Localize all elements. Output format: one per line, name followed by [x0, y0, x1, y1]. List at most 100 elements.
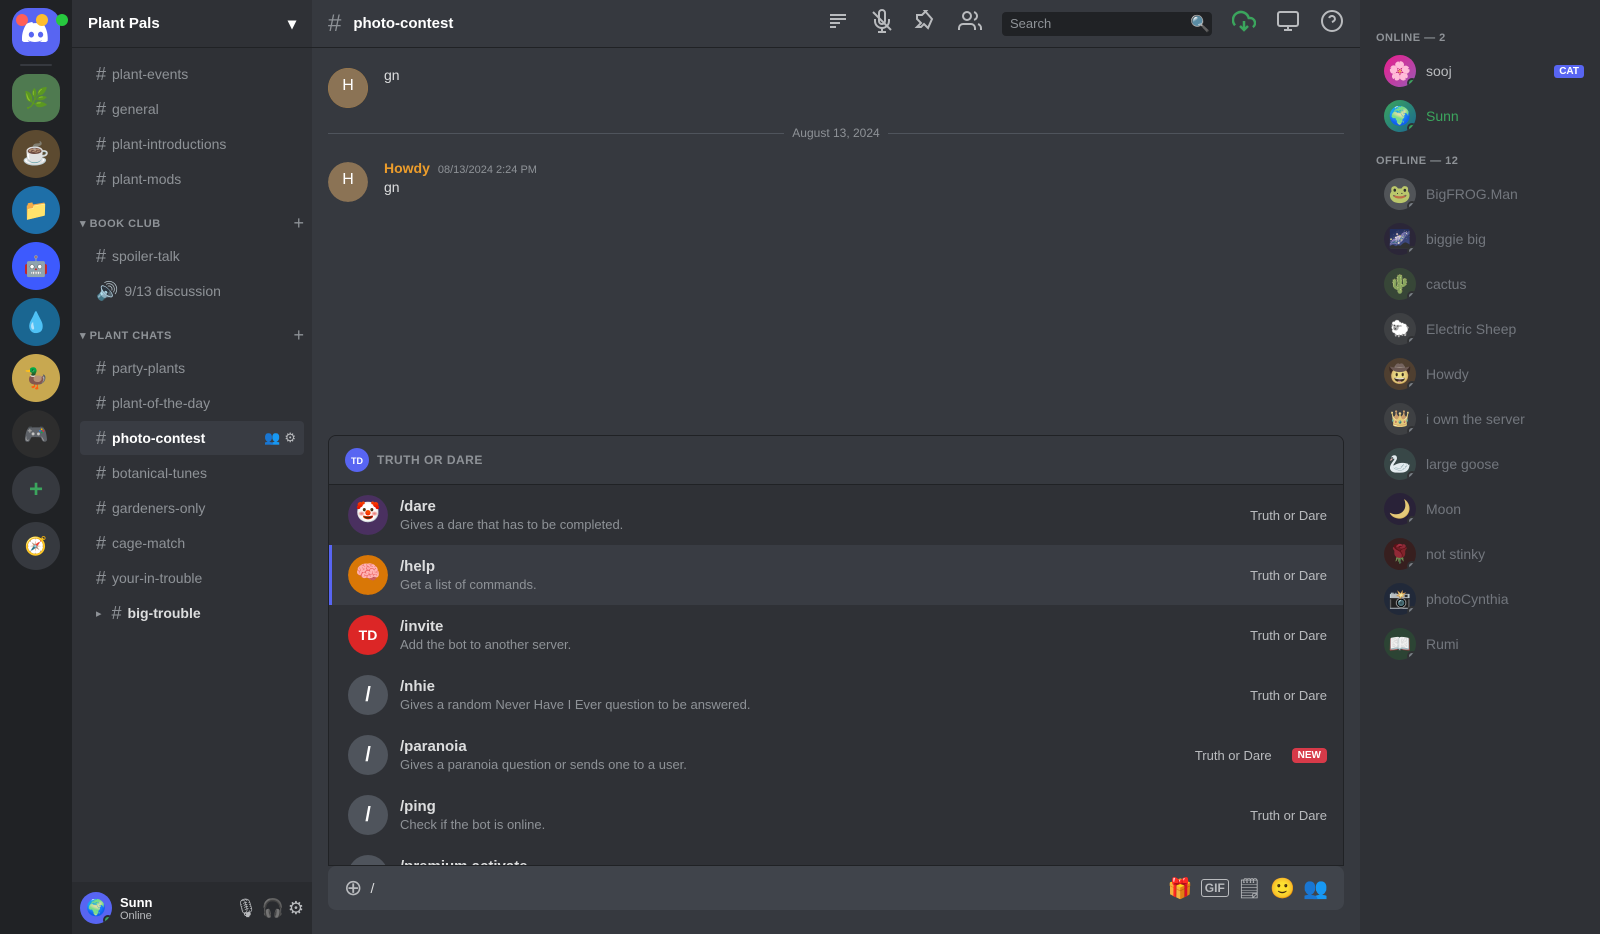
mute-icon[interactable] — [870, 9, 894, 39]
channel-item-your-in-trouble[interactable]: # your-in-trouble — [80, 561, 304, 595]
command-source: Truth or Dare — [1250, 808, 1327, 823]
message: H Howdy 08/13/2024 2:24 PM gn — [312, 156, 1360, 206]
offline-section-title: OFFLINE — 12 — [1360, 139, 1600, 171]
member-item-iowntheserver[interactable]: 👑 i own the server — [1368, 397, 1592, 441]
svg-text:H: H — [342, 77, 354, 94]
search-input[interactable] — [1010, 16, 1186, 31]
server-icon-robot[interactable]: 🤖 — [12, 242, 60, 290]
channel-item-photo-contest[interactable]: # photo-contest 👥 ⚙ — [80, 421, 304, 455]
members-icon[interactable] — [958, 9, 982, 39]
add-channel-icon[interactable]: + — [293, 325, 304, 346]
search-bar[interactable]: 🔍 — [1002, 12, 1212, 36]
channel-item-plant-mods[interactable]: # plant-mods — [80, 162, 304, 196]
member-item-cactus[interactable]: 🌵 cactus — [1368, 262, 1592, 306]
channel-item-plant-of-the-day[interactable]: # plant-of-the-day — [80, 386, 304, 420]
command-item-dare[interactable]: 🤡 /dare Gives a dare that has to be comp… — [329, 485, 1343, 545]
message-avatar: H — [328, 162, 368, 202]
help-icon[interactable] — [1320, 9, 1344, 39]
member-item-moon[interactable]: 🌙 Moon — [1368, 487, 1592, 531]
channel-header: # photo-contest 🔍 — [312, 0, 1360, 48]
member-item-photocynthia[interactable]: 📸 photoCynthia — [1368, 577, 1592, 621]
server-icon-folder[interactable]: 📁 — [12, 186, 60, 234]
member-item-rumi[interactable]: 📖 Rumi — [1368, 622, 1592, 666]
member-name-moon: Moon — [1426, 501, 1584, 517]
gif-icon[interactable]: GIF — [1201, 879, 1229, 897]
pin-icon[interactable] — [914, 9, 938, 39]
hash-icon: # — [328, 10, 341, 38]
message-input[interactable] — [370, 880, 1159, 896]
microphone-icon[interactable]: 🎙 — [235, 898, 258, 919]
command-item-content: /dare Gives a dare that has to be comple… — [400, 498, 1238, 532]
divider-line — [888, 133, 1344, 134]
status-dot — [1407, 561, 1416, 570]
member-avatar-largegoose: 🦢 — [1384, 448, 1416, 480]
message-header: Howdy 08/13/2024 2:24 PM — [384, 160, 1344, 176]
server-icon-duck[interactable]: 🦆 — [12, 354, 60, 402]
category-book-club[interactable]: ▾ BOOK CLUB + — [72, 197, 312, 238]
screenshare-icon[interactable] — [1276, 9, 1300, 39]
member-avatar-cactus: 🌵 — [1384, 268, 1416, 300]
channel-item-gardeners-only[interactable]: # gardeners-only — [80, 491, 304, 525]
command-item-nhie[interactable]: / /nhie Gives a random Never Have I Ever… — [329, 665, 1343, 725]
maximize-button[interactable] — [56, 14, 68, 26]
status-dot — [103, 915, 112, 924]
command-popup: TD TRUTH OR DARE 🤡 /dare Gives a dare th… — [328, 435, 1344, 866]
command-item-paranoia[interactable]: / /paranoia Gives a paranoia question or… — [329, 725, 1343, 785]
member-item-notstinky[interactable]: 🌹 not stinky — [1368, 532, 1592, 576]
hash-icon: # — [96, 428, 106, 449]
members-sidebar: ONLINE — 2 🌸 sooj CAT 🌍 Sunn OFFLINE — 1… — [1360, 0, 1600, 934]
emoji-icon[interactable]: 🙂 — [1270, 876, 1295, 901]
member-item-sooj[interactable]: 🌸 sooj CAT — [1368, 49, 1592, 93]
people-icon[interactable]: 👥 — [1303, 876, 1328, 901]
threads-icon[interactable] — [826, 9, 850, 39]
sticker-icon[interactable]: 🗒 — [1237, 876, 1262, 901]
command-item-help[interactable]: 🧠 /help Get a list of commands. Truth or… — [329, 545, 1343, 605]
channel-item-spoiler-talk[interactable]: # spoiler-talk — [80, 239, 304, 273]
server-icon-explore[interactable]: 🧭 — [12, 522, 60, 570]
command-item-invite[interactable]: TD /invite Add the bot to another server… — [329, 605, 1343, 665]
channel-item-plant-events[interactable]: # plant-events — [80, 57, 304, 91]
command-list[interactable]: 🤡 /dare Gives a dare that has to be comp… — [329, 485, 1343, 865]
close-button[interactable] — [16, 14, 28, 26]
add-server-button[interactable]: + — [12, 466, 60, 514]
server-sidebar: 🌿 ☕ 📁 🤖 💧 🦆 🎮 + 🧭 — [0, 0, 72, 934]
download-icon[interactable] — [1232, 9, 1256, 39]
gift-icon[interactable]: 🎁 — [1168, 876, 1193, 901]
hash-icon: # — [96, 246, 106, 267]
command-item-ping[interactable]: / /ping Check if the bot is online. Trut… — [329, 785, 1343, 845]
member-item-sunn[interactable]: 🌍 Sunn — [1368, 94, 1592, 138]
add-channel-icon[interactable]: + — [293, 213, 304, 234]
channel-item-big-trouble[interactable]: ▸ # big-trouble — [80, 596, 304, 630]
settings-icon[interactable]: ⚙ — [288, 898, 304, 919]
members-icon[interactable]: 👥 — [264, 430, 280, 446]
server-header[interactable]: Plant Pals ▾ — [72, 0, 312, 48]
member-item-bigfrog[interactable]: 🐸 BigFROG.Man — [1368, 172, 1592, 216]
headset-icon[interactable]: 🎧 — [261, 898, 283, 919]
channel-item-913-discussion[interactable]: 🔊 9/13 discussion — [80, 274, 304, 308]
category-name: ▾ PLANT CHATS — [80, 329, 172, 342]
status-dot — [1407, 651, 1416, 660]
member-name-sooj: sooj — [1426, 63, 1544, 79]
member-item-howdy[interactable]: 🤠 Howdy — [1368, 352, 1592, 396]
server-icon-coffee[interactable]: ☕ — [12, 130, 60, 178]
channel-item-cage-match[interactable]: # cage-match — [80, 526, 304, 560]
channel-item-plant-introductions[interactable]: # plant-introductions — [80, 127, 304, 161]
channel-item-botanical-tunes[interactable]: # botanical-tunes — [80, 456, 304, 490]
channel-item-general[interactable]: # general — [80, 92, 304, 126]
member-item-biggiebig[interactable]: 🌌 biggie big — [1368, 217, 1592, 261]
minimize-button[interactable] — [36, 14, 48, 26]
channel-item-party-plants[interactable]: # party-plants — [80, 351, 304, 385]
member-avatar-howdy: 🤠 — [1384, 358, 1416, 390]
member-avatar-biggiebig: 🌌 — [1384, 223, 1416, 255]
member-item-largegoose[interactable]: 🦢 large goose — [1368, 442, 1592, 486]
category-plant-chats[interactable]: ▾ PLANT CHATS + — [72, 309, 312, 350]
settings-icon[interactable]: ⚙ — [284, 430, 296, 446]
command-item-premium-activate[interactable]: / /premium activate Add the current serv… — [329, 845, 1343, 865]
server-icon-water[interactable]: 💧 — [12, 298, 60, 346]
hash-icon: # — [96, 358, 106, 379]
server-icon-game[interactable]: 🎮 — [12, 410, 60, 458]
add-icon[interactable]: ⊕ — [344, 875, 362, 901]
status-dot — [1407, 246, 1416, 255]
member-item-electricsheep[interactable]: 🐑 Electric Sheep — [1368, 307, 1592, 351]
server-icon-plant-pals[interactable]: 🌿 — [12, 74, 60, 122]
